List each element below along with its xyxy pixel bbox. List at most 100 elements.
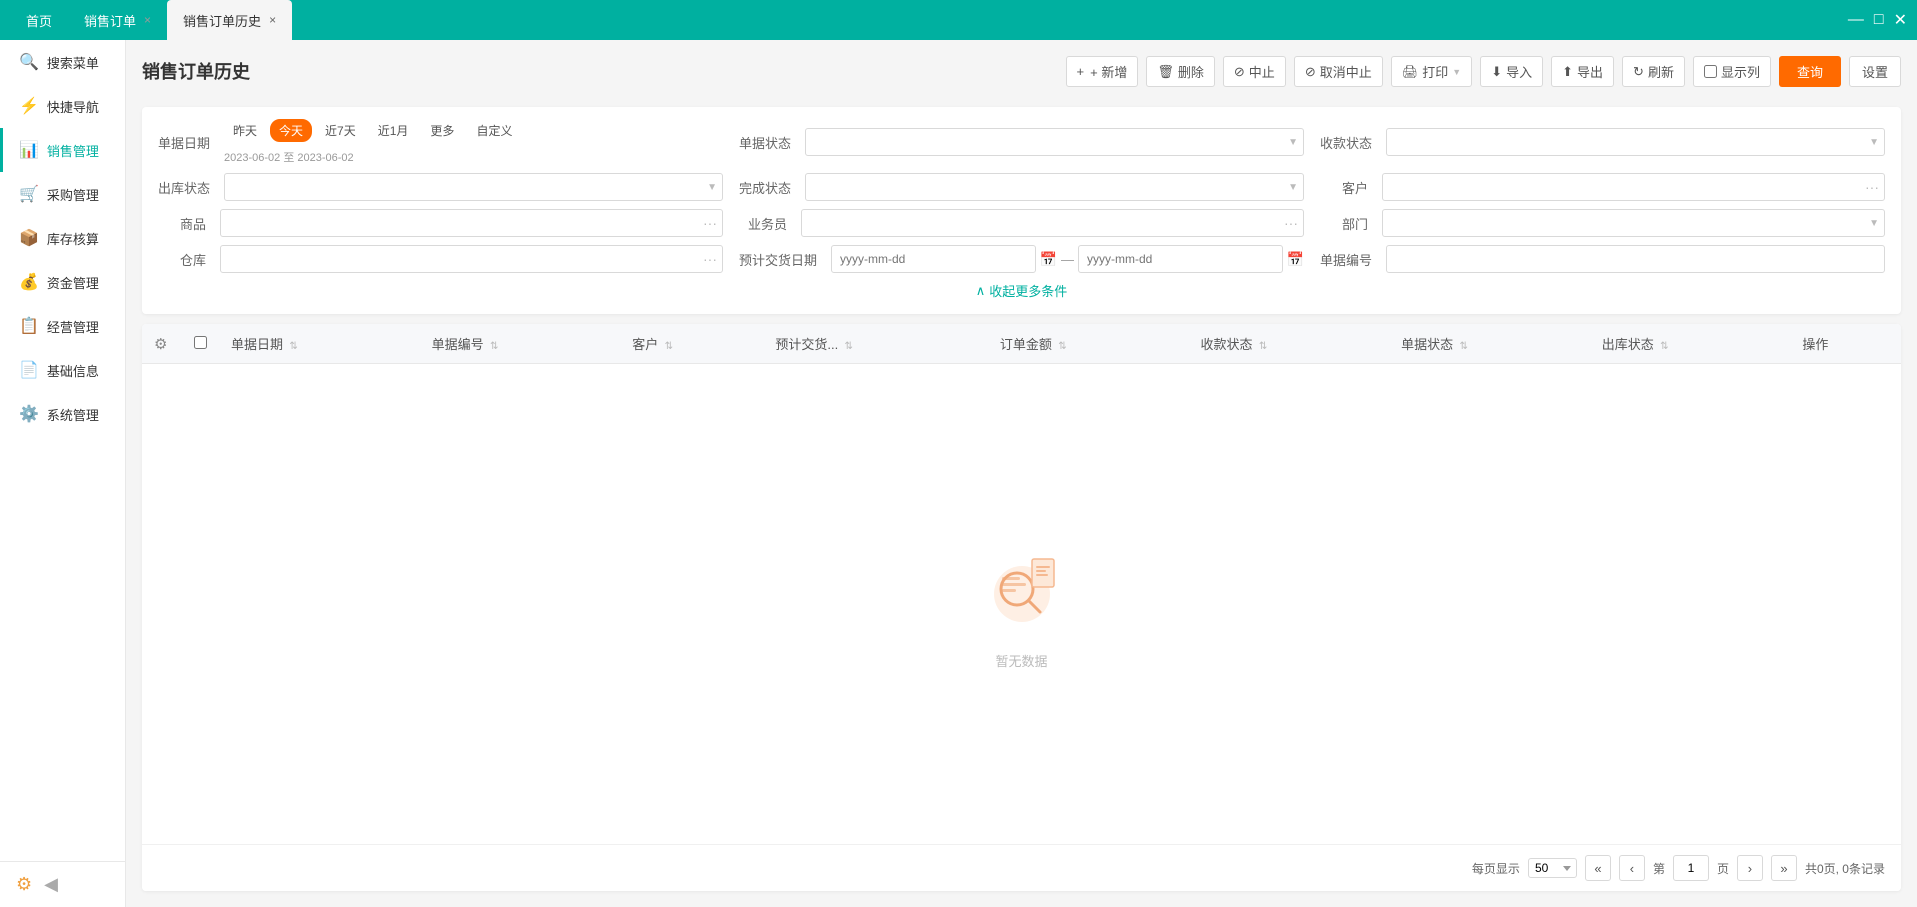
filter-dept-label: 部门 <box>1320 214 1376 233</box>
sidebar-collapse-icon[interactable]: ◀ <box>44 874 58 895</box>
next-page-btn[interactable]: › <box>1737 855 1763 881</box>
page-number-input[interactable] <box>1673 855 1709 881</box>
date-chip-7days[interactable]: 近7天 <box>316 119 365 142</box>
sidebar-search-menu-label: 搜索菜单 <box>47 53 99 72</box>
maximize-btn[interactable]: □ <box>1874 11 1884 29</box>
th-operation: 操作 <box>1790 324 1901 364</box>
filter-dept-select[interactable] <box>1382 209 1885 237</box>
filter-expected-date-cell: 预计交货日期 📅 — 📅 <box>739 245 1304 273</box>
delete-button[interactable]: 🗑 删除 <box>1146 56 1215 87</box>
sidebar-finance-label: 资金管理 <box>47 273 99 292</box>
th-payment-sort-icon: ⇅ <box>1259 341 1267 352</box>
date-chip-today[interactable]: 今天 <box>270 119 312 142</box>
date-chip-custom[interactable]: 自定义 <box>467 119 521 142</box>
prev-page-btn[interactable]: ‹ <box>1619 855 1645 881</box>
per-page-select[interactable]: 50 10 20 100 <box>1528 858 1577 878</box>
date-to-calendar-icon[interactable]: 📅 <box>1287 251 1304 268</box>
add-button[interactable]: + + 新增 <box>1066 56 1139 87</box>
th-payment-status[interactable]: 收款状态 ⇅ <box>1189 324 1390 364</box>
setting-button[interactable]: 设置 <box>1849 56 1901 87</box>
sidebar-operations-label: 经营管理 <box>47 317 99 336</box>
finance-icon: 💰 <box>19 272 39 292</box>
add-label: + 新增 <box>1090 62 1127 81</box>
close-btn[interactable]: ✕ <box>1894 10 1907 30</box>
display-cols-checkbox[interactable] <box>1704 65 1717 78</box>
toolbar: + + 新增 🗑 删除 ⊘ 中止 ⊘ 取消中止 🖨 打印 <box>1066 56 1901 87</box>
minimize-btn[interactable]: — <box>1848 11 1864 29</box>
filter-doc-status-select[interactable] <box>805 128 1304 156</box>
tab-home[interactable]: 首页 <box>10 0 68 40</box>
refresh-icon: ↻ <box>1633 64 1644 80</box>
display-cols-btn[interactable]: 显示列 <box>1693 56 1771 87</box>
tab-sales-order-history[interactable]: 销售订单历史 × <box>167 0 292 40</box>
filter-customer-label: 客户 <box>1320 178 1376 197</box>
select-all-checkbox[interactable] <box>194 336 207 349</box>
filter-payment-status-field: ▼ <box>1386 128 1885 156</box>
filter-goods-field: ··· <box>220 209 723 237</box>
filter-stock-out-select[interactable] <box>224 173 723 201</box>
search-menu-icon: 🔍 <box>19 52 39 72</box>
sidebar-settings-icon[interactable]: ⚙ <box>16 874 32 895</box>
date-chip-more[interactable]: 更多 <box>421 119 463 142</box>
th-amount[interactable]: 订单金额 ⇅ <box>988 324 1189 364</box>
sales-mgmt-icon: 📊 <box>19 140 39 160</box>
first-page-btn[interactable]: « <box>1585 855 1611 881</box>
print-button[interactable]: 🖨 打印 ▼ <box>1391 56 1472 87</box>
filter-payment-status-select[interactable] <box>1386 128 1885 156</box>
page-suffix: 页 <box>1717 860 1729 877</box>
filter-expected-date-to[interactable] <box>1078 245 1283 273</box>
last-page-btn[interactable]: » <box>1771 855 1797 881</box>
sidebar-item-basic-info[interactable]: 📄 基础信息 <box>0 348 125 392</box>
filter-salesperson-cell: 业务员 ··· <box>739 209 1304 237</box>
filter-goods-input[interactable] <box>220 209 723 237</box>
tab-sales-order-history-close[interactable]: × <box>269 13 276 27</box>
th-date[interactable]: 单据日期 ⇅ <box>219 324 420 364</box>
filter-expected-date-from[interactable] <box>831 245 1036 273</box>
filter-warehouse-field: ··· <box>220 245 723 273</box>
add-icon: + <box>1077 64 1085 79</box>
date-chip-1month[interactable]: 近1月 <box>369 119 418 142</box>
filter-salesperson-input[interactable] <box>801 209 1304 237</box>
sidebar-item-finance[interactable]: 💰 资金管理 <box>0 260 125 304</box>
filter-complete-select[interactable] <box>805 173 1304 201</box>
sidebar-item-search-menu[interactable]: 🔍 搜索菜单 <box>0 40 125 84</box>
th-customer[interactable]: 客户 ⇅ <box>620 324 763 364</box>
sidebar-item-quick-nav[interactable]: ⚡ 快捷导航 <box>0 84 125 128</box>
export-label: 导出 <box>1577 62 1603 81</box>
filter-customer-input[interactable] <box>1382 173 1885 201</box>
date-chip-yesterday[interactable]: 昨天 <box>224 119 266 142</box>
filter-order-no-input[interactable] <box>1386 245 1885 273</box>
collapse-icon: ∧ <box>976 283 986 299</box>
th-expected[interactable]: 预计交货... ⇅ <box>763 324 988 364</box>
th-checkbox <box>182 324 219 364</box>
sidebar-item-sales-mgmt[interactable]: 📊 销售管理 <box>0 128 125 172</box>
filter-warehouse-input[interactable] <box>220 245 723 273</box>
sidebar-purchase-mgmt-label: 采购管理 <box>47 185 99 204</box>
sidebar-item-operations[interactable]: 📋 经营管理 <box>0 304 125 348</box>
sidebar-item-inventory[interactable]: 📦 库存核算 <box>0 216 125 260</box>
filter-expected-date-field: 📅 — 📅 <box>831 245 1304 273</box>
cancel-stop-button[interactable]: ⊘ 取消中止 <box>1294 56 1383 87</box>
filter-payment-status-cell: 收款状态 ▼ <box>1320 128 1885 156</box>
query-button[interactable]: 查询 <box>1779 56 1841 87</box>
collapse-filter-btn[interactable]: ∧ 收起更多条件 <box>158 277 1885 302</box>
date-from-calendar-icon[interactable]: 📅 <box>1040 251 1057 268</box>
table-settings-icon[interactable]: ⚙ <box>154 336 167 353</box>
filter-salesperson-field: ··· <box>801 209 1304 237</box>
print-label: 打印 <box>1422 62 1448 81</box>
filter-card: 单据日期 昨天 今天 近7天 近1月 更多 自定义 2023-06-02 至 2… <box>142 107 1901 314</box>
stop-button[interactable]: ⊘ 中止 <box>1223 56 1286 87</box>
import-button[interactable]: ⬇ 导入 <box>1480 56 1543 87</box>
th-doc-status[interactable]: 单据状态 ⇅ <box>1389 324 1590 364</box>
th-no[interactable]: 单据编号 ⇅ <box>420 324 621 364</box>
th-stock-status[interactable]: 出库状态 ⇅ <box>1590 324 1791 364</box>
tab-sales-order[interactable]: 销售订单 × <box>68 0 167 40</box>
tab-sales-order-close[interactable]: × <box>144 13 151 27</box>
sidebar-item-purchase-mgmt[interactable]: 🛒 采购管理 <box>0 172 125 216</box>
refresh-button[interactable]: ↻ 刷新 <box>1622 56 1685 87</box>
quick-nav-icon: ⚡ <box>19 96 39 116</box>
sidebar-item-system-mgmt[interactable]: ⚙️ 系统管理 <box>0 392 125 436</box>
filter-date-cell: 单据日期 昨天 今天 近7天 近1月 更多 自定义 2023-06-02 至 2… <box>158 119 723 165</box>
export-button[interactable]: ⬆ 导出 <box>1551 56 1614 87</box>
th-no-label: 单据编号 <box>432 337 484 352</box>
